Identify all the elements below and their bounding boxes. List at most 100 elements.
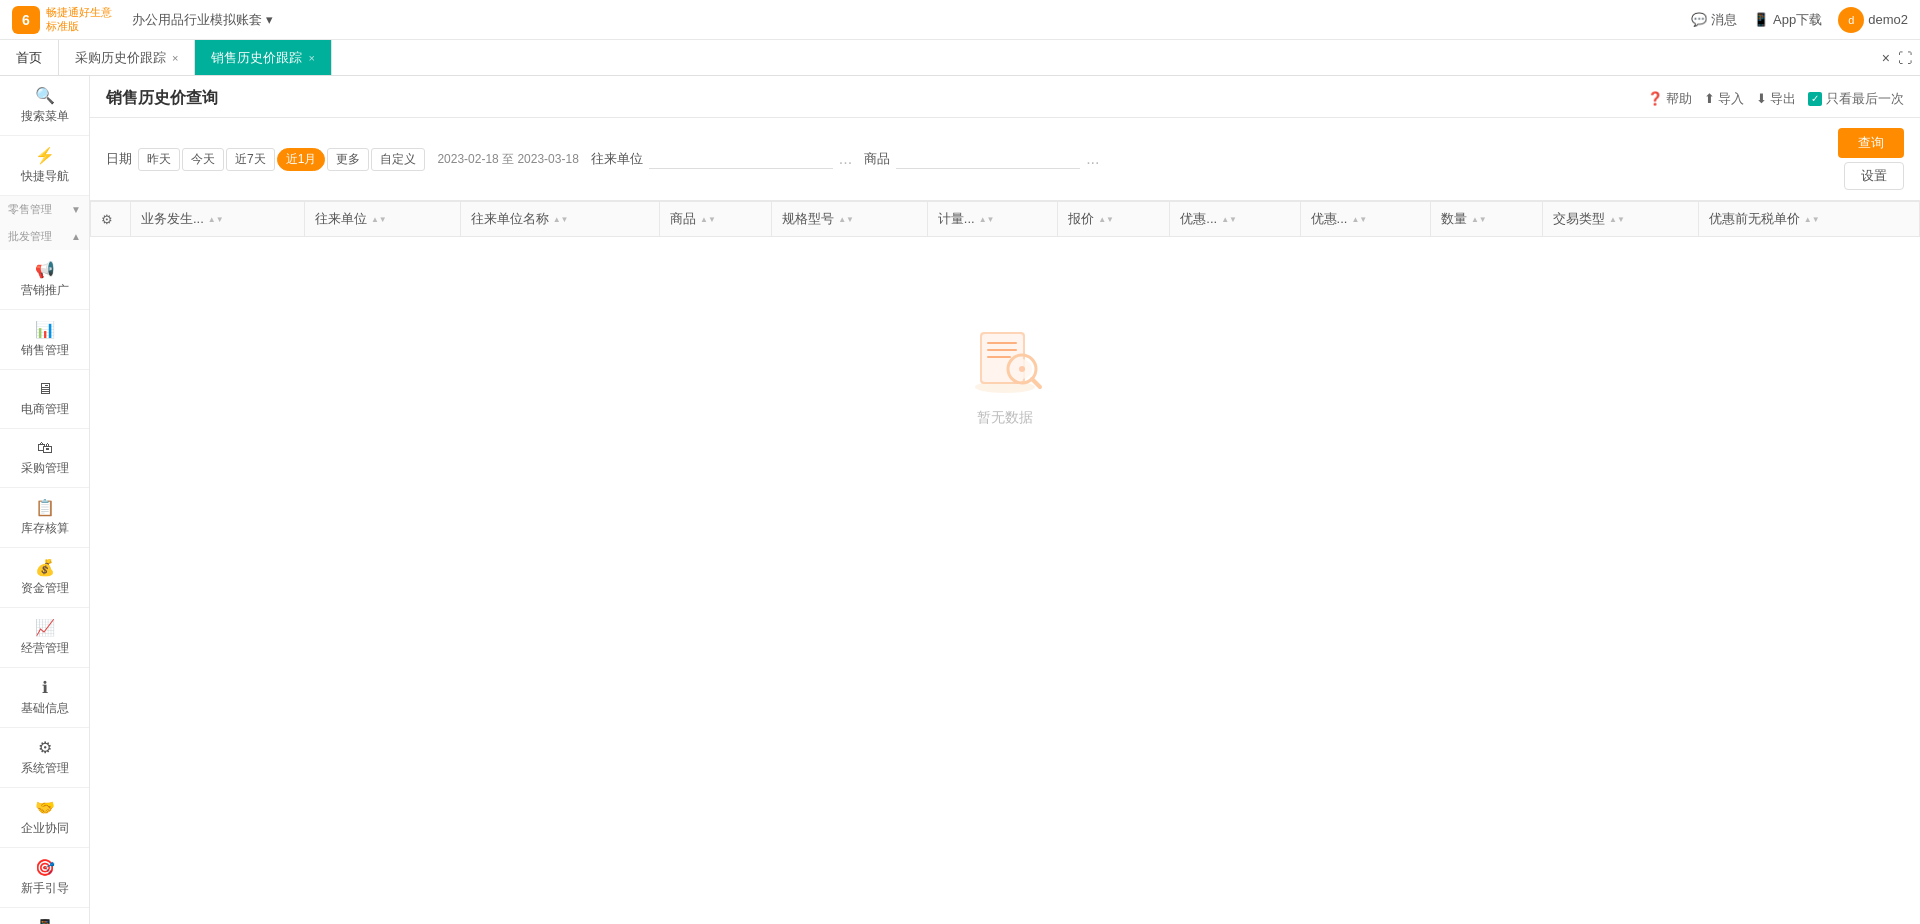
date-btn-yesterday[interactable]: 昨天 [138,148,180,171]
th-trade-type[interactable]: 交易类型▲▼ [1543,202,1699,237]
system-mgmt-icon: ⚙ [38,738,52,757]
logo-area: 6 畅捷通好生意 标准版 [12,6,112,34]
help-btn[interactable]: ❓ 帮助 [1647,90,1692,108]
empty-text: 暂无数据 [977,409,1033,427]
th-biz-date[interactable]: 业务发生...▲▼ [131,202,305,237]
query-button[interactable]: 查询 [1838,128,1904,158]
logo-char: 6 [22,12,30,28]
date-range-display: 2023-02-18 至 2023-03-18 [437,151,578,168]
tab-purchase-history-label: 采购历史价跟踪 [75,49,166,67]
purchase-mgmt-icon: 🛍 [37,439,53,457]
sidebar-item-quick-nav[interactable]: ⚡ 快捷导航 [0,136,89,196]
customer-input[interactable] [649,149,833,169]
sidebar-item-basic-info-label: 基础信息 [21,700,69,717]
app-download-label: App下载 [1773,11,1822,29]
tab-home[interactable]: 首页 [0,40,59,75]
message-btn[interactable]: 💬 消息 [1691,11,1737,29]
app-download-btn[interactable]: 📱 App下载 [1753,11,1822,29]
product-filter-group: 商品 ... [864,149,1099,169]
sidebar-item-ecommerce-mgmt-label: 电商管理 [21,401,69,418]
sidebar-item-basic-info[interactable]: ℹ 基础信息 [0,668,89,728]
th-product[interactable]: 商品▲▼ [660,202,772,237]
th-pre-tax-price[interactable]: 优惠前无税单价▲▼ [1698,202,1919,237]
sort-arrows-unit: ▲▼ [979,216,995,224]
export-btn[interactable]: ⬇ 导出 [1756,90,1796,108]
sidebar-item-inventory[interactable]: 📋 库存核算 [0,488,89,548]
sidebar-item-marketing[interactable]: 📢 营销推广 [0,250,89,310]
topbar-left: 6 畅捷通好生意 标准版 办公用品行业模拟账套 ▾ [12,6,273,34]
app-selector-arrow: ▾ [266,12,273,27]
user-name: demo2 [1868,12,1908,27]
sidebar-item-app-center[interactable]: 📱 应用中心 [0,908,89,924]
tab-home-label: 首页 [16,49,42,67]
product-input[interactable] [896,149,1080,169]
table-settings-icon[interactable]: ⚙ [101,212,113,227]
table-container: ⚙ 业务发生...▲▼ 往来单位▲▼ 往来单位名称▲▼ 商品▲▼ [90,201,1920,924]
close-all-tabs-btn[interactable]: × [1882,50,1890,66]
sidebar-item-inventory-label: 库存核算 [21,520,69,537]
date-btn-last1month[interactable]: 近1月 [277,148,326,171]
th-quote[interactable]: 报价▲▼ [1058,202,1170,237]
tab-purchase-history[interactable]: 采购历史价跟踪 × [59,40,195,75]
filter-right-buttons: 查询 设置 [1838,128,1904,190]
sort-arrows-trade-type: ▲▼ [1609,216,1625,224]
sidebar-item-search-menu[interactable]: 🔍 搜索菜单 [0,76,89,136]
th-quantity[interactable]: 数量▲▼ [1430,202,1542,237]
user-area[interactable]: d demo2 [1838,7,1908,33]
checkbox-checked-icon: ✓ [1808,92,1822,106]
settings-button[interactable]: 设置 [1844,162,1904,190]
sidebar-item-operations-mgmt[interactable]: 📈 经营管理 [0,608,89,668]
sidebar-item-finance-mgmt[interactable]: 💰 资金管理 [0,548,89,608]
table-header: ⚙ 业务发生...▲▼ 往来单位▲▼ 往来单位名称▲▼ 商品▲▼ [91,202,1920,237]
date-btn-more[interactable]: 更多 [327,148,369,171]
only-last-label: 只看最后一次 [1826,90,1904,108]
sidebar-item-retail-mgmt[interactable]: 零售管理 ▼ [0,196,89,223]
sidebar-item-marketing-label: 营销推广 [21,282,69,299]
data-table: ⚙ 业务发生...▲▼ 往来单位▲▼ 往来单位名称▲▼ 商品▲▼ [90,201,1920,237]
date-btn-last7days[interactable]: 近7天 [226,148,275,171]
customer-dots-btn[interactable]: ... [839,150,852,168]
tab-purchase-history-close[interactable]: × [172,52,178,64]
finance-mgmt-icon: 💰 [35,558,55,577]
avatar: d [1838,7,1864,33]
th-discount1[interactable]: 优惠...▲▼ [1170,202,1300,237]
product-dots-btn[interactable]: ... [1086,150,1099,168]
th-discount2[interactable]: 优惠...▲▼ [1300,202,1430,237]
date-label: 日期 [106,150,132,168]
date-btn-today[interactable]: 今天 [182,148,224,171]
topbar-right: 💬 消息 📱 App下载 d demo2 [1691,7,1908,33]
product-label: 商品 [864,150,890,168]
sort-arrows-spec: ▲▼ [838,216,854,224]
quick-nav-icon: ⚡ [35,146,55,165]
import-label: 导入 [1718,90,1744,108]
main-layout: 🔍 搜索菜单 ⚡ 快捷导航 零售管理 ▼ 批发管理 ▲ 📢 营销推广 📊 销售管… [0,76,1920,924]
sidebar-item-sales-mgmt[interactable]: 📊 销售管理 [0,310,89,370]
th-spec[interactable]: 规格型号▲▼ [772,202,928,237]
tab-sales-history-close[interactable]: × [308,52,314,64]
sidebar-item-purchase-mgmt-label: 采购管理 [21,460,69,477]
topbar: 6 畅捷通好生意 标准版 办公用品行业模拟账套 ▾ 💬 消息 📱 App下载 d… [0,0,1920,40]
app-selector[interactable]: 办公用品行业模拟账套 ▾ [132,11,273,29]
filter-bar: 日期 昨天 今天 近7天 近1月 更多 自定义 2023-02-18 至 202… [90,118,1920,201]
only-last-checkbox[interactable]: ✓ 只看最后一次 [1808,90,1904,108]
sidebar-item-enterprise-collab[interactable]: 🤝 企业协同 [0,788,89,848]
date-btn-custom[interactable]: 自定义 [371,148,425,171]
page-title: 销售历史价查询 [106,88,218,109]
th-customer-name[interactable]: 往来单位名称▲▼ [460,202,659,237]
sort-arrows-product: ▲▼ [700,216,716,224]
sidebar-item-ecommerce-mgmt[interactable]: 🖥 电商管理 [0,370,89,429]
sidebar-item-system-mgmt[interactable]: ⚙ 系统管理 [0,728,89,788]
enterprise-collab-icon: 🤝 [35,798,55,817]
th-unit[interactable]: 计量...▲▼ [927,202,1057,237]
sidebar-item-new-guide-label: 新手引导 [21,880,69,897]
tab-sales-history[interactable]: 销售历史价跟踪 × [195,40,331,75]
operations-mgmt-icon: 📈 [35,618,55,637]
import-btn[interactable]: ⬆ 导入 [1704,90,1744,108]
th-customer-code[interactable]: 往来单位▲▼ [304,202,460,237]
fullscreen-btn[interactable]: ⛶ [1898,50,1912,66]
empty-illustration [960,317,1050,397]
sidebar-item-wholesale-mgmt[interactable]: 批发管理 ▲ [0,223,89,250]
sidebar-item-new-guide[interactable]: 🎯 新手引导 [0,848,89,908]
tab-sales-history-label: 销售历史价跟踪 [211,49,302,67]
sidebar-item-purchase-mgmt[interactable]: 🛍 采购管理 [0,429,89,488]
